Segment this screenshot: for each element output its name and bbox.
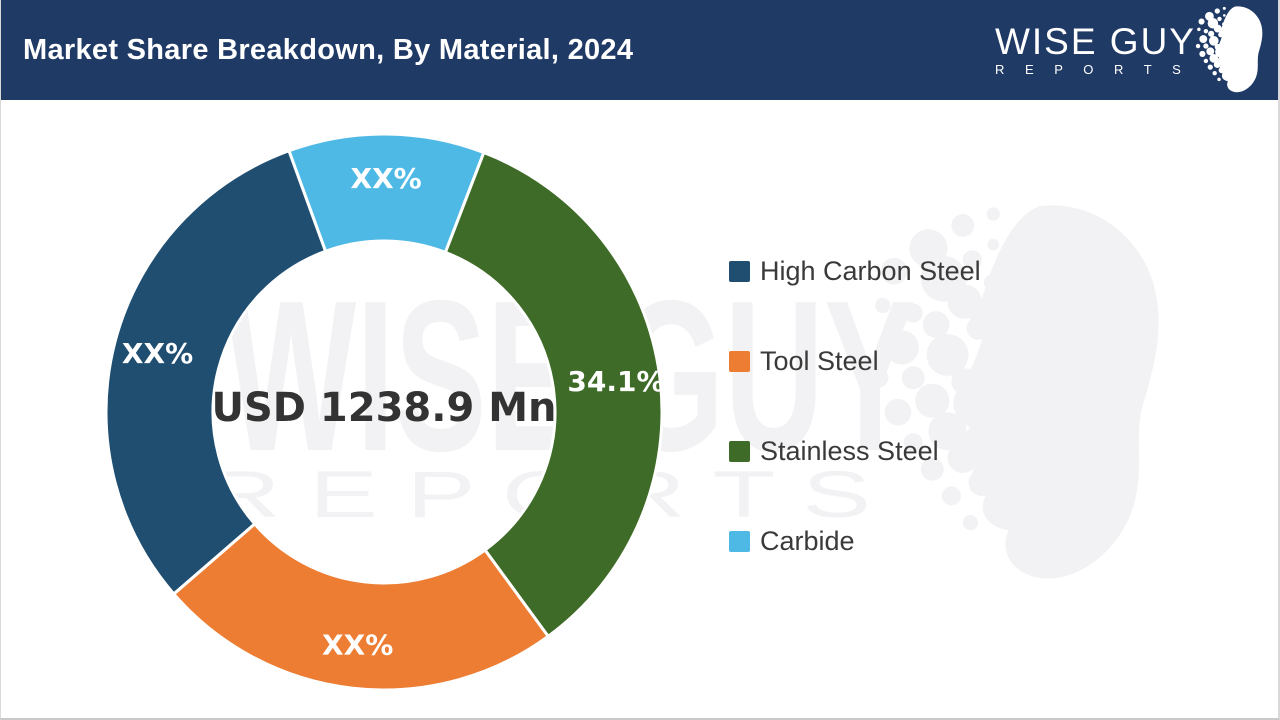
legend-item-carbide: Carbide xyxy=(729,528,981,555)
legend-label-carbide: Carbide xyxy=(760,526,855,556)
legend-swatch-high-carbon-steel xyxy=(729,261,750,282)
brand-wordmark: WISE GUY R E P O R T S xyxy=(994,20,1196,78)
brand-logo: WISE GUY R E P O R T S xyxy=(995,4,1268,96)
donut-slice-label-stainless-steel: 34.1% xyxy=(567,365,664,398)
legend-label-stainless-steel: Stainless Steel xyxy=(760,436,939,466)
donut-slice-label-tool-steel: XX% xyxy=(322,628,393,661)
legend-swatch-carbide xyxy=(729,531,750,552)
donut-center-value: USD 1238.9 Mn xyxy=(211,385,557,431)
chart-legend: High Carbon Steel Tool Steel Stainless S… xyxy=(729,258,981,618)
brand-name: WISE GUY xyxy=(994,20,1196,62)
legend-item-stainless-steel: Stainless Steel xyxy=(729,438,981,465)
legend-swatch-stainless-steel xyxy=(729,441,750,462)
legend-label-high-carbon-steel: High Carbon Steel xyxy=(760,256,981,286)
legend-item-tool-steel: Tool Steel xyxy=(729,348,981,375)
legend-swatch-tool-steel xyxy=(729,351,750,372)
page-title: Market Share Breakdown, By Material, 202… xyxy=(23,33,634,66)
legend-item-high-carbon-steel: High Carbon Steel xyxy=(729,258,981,285)
header-bar: Market Share Breakdown, By Material, 202… xyxy=(1,0,1278,100)
report-page: Market Share Breakdown, By Material, 202… xyxy=(0,0,1280,720)
legend-label-tool-steel: Tool Steel xyxy=(760,346,879,376)
donut-slice-high-carbon-steel xyxy=(104,149,328,596)
brand-subname: R E P O R T S xyxy=(994,62,1190,78)
donut-slice-label-carbide: XX% xyxy=(351,162,422,195)
chart-area: WISE GUY R E P O R T S XX%34.1%XX%XX% US… xyxy=(1,100,1278,718)
brand-face-icon xyxy=(1192,4,1268,96)
donut-slice-label-high-carbon-steel: XX% xyxy=(122,337,193,370)
donut-chart: XX% 34.1% XX% XX% xyxy=(104,132,665,692)
